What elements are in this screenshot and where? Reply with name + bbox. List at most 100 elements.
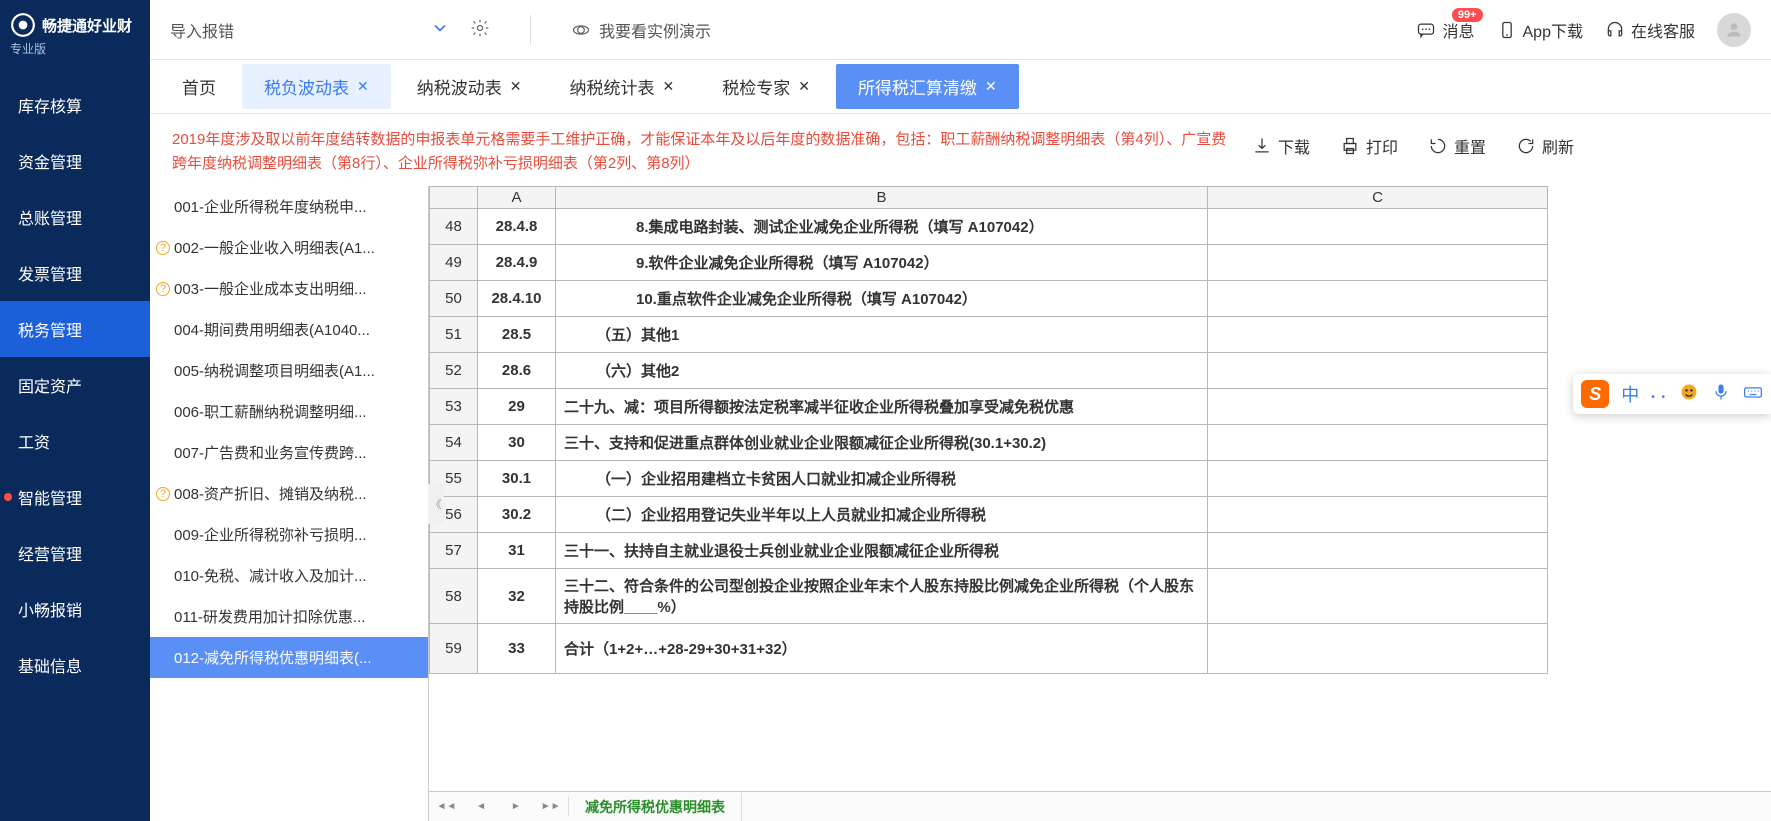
cell-a[interactable]: 28.6 xyxy=(478,353,556,389)
close-icon[interactable]: ✕ xyxy=(662,78,674,95)
tab-5[interactable]: 所得税汇算清缴✕ xyxy=(836,64,1019,109)
form-list-item-10[interactable]: 011-研发费用加计扣除优惠... xyxy=(150,596,428,637)
sheet-nav-prev[interactable]: ◄ xyxy=(464,797,499,816)
download-button[interactable]: 下载 xyxy=(1252,134,1310,158)
sheet-nav-first[interactable]: ◄◄ xyxy=(429,797,464,816)
avatar[interactable] xyxy=(1717,13,1751,47)
close-icon[interactable]: ✕ xyxy=(985,78,997,95)
cell-a[interactable]: 28.4.9 xyxy=(478,245,556,281)
sheet-nav-next[interactable]: ► xyxy=(499,797,534,816)
form-list-item-1[interactable]: ?002-一般企业收入明细表(A1... xyxy=(150,227,428,268)
row-header[interactable]: 58 xyxy=(430,569,478,624)
column-header-B[interactable]: B xyxy=(556,187,1208,209)
form-list-item-0[interactable]: 001-企业所得税年度纳税申... xyxy=(150,186,428,227)
cell-c[interactable] xyxy=(1208,569,1548,624)
row-header[interactable]: 57 xyxy=(430,533,478,569)
row-header[interactable]: 50 xyxy=(430,281,478,317)
row-header[interactable]: 51 xyxy=(430,317,478,353)
close-icon[interactable]: ✕ xyxy=(510,78,522,95)
cell-c[interactable] xyxy=(1208,353,1548,389)
cell-b[interactable]: （二）企业招用登记失业半年以上人员就业扣减企业所得税 xyxy=(556,497,1208,533)
cell-a[interactable]: 30 xyxy=(478,425,556,461)
cell-a[interactable]: 30.1 xyxy=(478,461,556,497)
form-list-item-6[interactable]: 007-广告费和业务宣传费跨... xyxy=(150,432,428,473)
cell-a[interactable]: 32 xyxy=(478,569,556,624)
tab-2[interactable]: 纳税波动表✕ xyxy=(395,64,544,109)
tab-4[interactable]: 税检专家✕ xyxy=(700,64,832,109)
cell-c[interactable] xyxy=(1208,497,1548,533)
form-list-item-9[interactable]: 010-免税、减计收入及加计... xyxy=(150,555,428,596)
cell-b[interactable]: 三十、支持和促进重点群体创业就业企业限额减征企业所得税(30.1+30.2) xyxy=(556,425,1208,461)
close-icon[interactable]: ✕ xyxy=(357,78,369,95)
cell-a[interactable]: 28.5 xyxy=(478,317,556,353)
ime-punct-icon[interactable] xyxy=(1651,384,1667,405)
form-list-item-11[interactable]: 012-减免所得税优惠明细表(... xyxy=(150,637,428,678)
cell-b[interactable]: 三十二、符合条件的公司型创投企业按照企业年末个人股东持股比例减免企业所得税（个人… xyxy=(556,569,1208,624)
sidebar-item-4[interactable]: 税务管理 xyxy=(0,301,150,357)
corner-cell[interactable] xyxy=(430,187,478,209)
cell-c[interactable] xyxy=(1208,389,1548,425)
sidebar-item-5[interactable]: 固定资产 xyxy=(0,357,150,413)
sheet-tab-active[interactable]: 减免所得税优惠明细表 xyxy=(569,793,742,821)
sidebar-item-3[interactable]: 发票管理 xyxy=(0,245,150,301)
demo-link[interactable]: 我要看实例演示 xyxy=(571,18,711,42)
form-list-item-8[interactable]: 009-企业所得税弥补亏损明... xyxy=(150,514,428,555)
ime-lang[interactable]: 中 xyxy=(1621,381,1639,407)
cell-c[interactable] xyxy=(1208,209,1548,245)
print-button[interactable]: 打印 xyxy=(1340,134,1398,158)
sidebar-item-9[interactable]: 小畅报销 xyxy=(0,581,150,637)
form-list-item-2[interactable]: ?003-一般企业成本支出明细... xyxy=(150,268,428,309)
ime-bar[interactable]: S 中 xyxy=(1573,374,1771,414)
cell-b[interactable]: （六）其他2 xyxy=(556,353,1208,389)
cell-c[interactable] xyxy=(1208,624,1548,674)
form-list-item-5[interactable]: 006-职工薪酬纳税调整明细... xyxy=(150,391,428,432)
column-header-C[interactable]: C xyxy=(1208,187,1548,209)
app-download-button[interactable]: App下载 xyxy=(1497,18,1583,42)
tab-1[interactable]: 税负波动表✕ xyxy=(242,64,391,109)
cell-c[interactable] xyxy=(1208,317,1548,353)
row-header[interactable]: 59 xyxy=(430,624,478,674)
sidebar-item-6[interactable]: 工资 xyxy=(0,413,150,469)
support-button[interactable]: 在线客服 xyxy=(1605,18,1695,42)
cell-a[interactable]: 28.4.8 xyxy=(478,209,556,245)
tab-0[interactable]: 首页 xyxy=(160,64,238,109)
cell-b[interactable]: （一）企业招用建档立卡贫困人口就业扣减企业所得税 xyxy=(556,461,1208,497)
cell-b[interactable]: 8.集成电路封装、测试企业减免企业所得税（填写 A107042） xyxy=(556,209,1208,245)
sidebar-item-2[interactable]: 总账管理 xyxy=(0,189,150,245)
sidebar-item-0[interactable]: 库存核算 xyxy=(0,77,150,133)
cell-c[interactable] xyxy=(1208,245,1548,281)
breadcrumb[interactable]: 导入报错 xyxy=(170,18,450,42)
cell-b[interactable]: （五）其他1 xyxy=(556,317,1208,353)
cell-a[interactable]: 30.2 xyxy=(478,497,556,533)
cell-b[interactable]: 三十一、扶持自主就业退役士兵创业就业企业限额减征企业所得税 xyxy=(556,533,1208,569)
ime-keyboard-icon[interactable] xyxy=(1743,382,1763,407)
cell-a[interactable]: 29 xyxy=(478,389,556,425)
sidebar-item-7[interactable]: 智能管理 xyxy=(0,469,150,525)
cell-c[interactable] xyxy=(1208,533,1548,569)
tab-3[interactable]: 纳税统计表✕ xyxy=(547,64,696,109)
spreadsheet[interactable]: ABC4828.4.88.集成电路封装、测试企业减免企业所得税（填写 A1070… xyxy=(429,186,1771,791)
sheet-nav-last[interactable]: ►► xyxy=(533,797,568,816)
form-list-item-4[interactable]: 005-纳税调整项目明细表(A1... xyxy=(150,350,428,391)
cell-a[interactable]: 31 xyxy=(478,533,556,569)
ime-mic-icon[interactable] xyxy=(1711,382,1731,407)
sidebar-item-1[interactable]: 资金管理 xyxy=(0,133,150,189)
sidebar-item-8[interactable]: 经营管理 xyxy=(0,525,150,581)
cell-a[interactable]: 33 xyxy=(478,624,556,674)
cell-b[interactable]: 10.重点软件企业减免企业所得税（填写 A107042） xyxy=(556,281,1208,317)
cell-b[interactable]: 9.软件企业减免企业所得税（填写 A107042） xyxy=(556,245,1208,281)
form-list-item-3[interactable]: 004-期间费用明细表(A1040... xyxy=(150,309,428,350)
cell-c[interactable] xyxy=(1208,281,1548,317)
sidebar-item-10[interactable]: 基础信息 xyxy=(0,637,150,693)
row-header[interactable]: 52 xyxy=(430,353,478,389)
form-list-item-7[interactable]: ?008-资产折旧、摊销及纳税... xyxy=(150,473,428,514)
cell-b[interactable]: 二十九、减：项目所得额按法定税率减半征收企业所得税叠加享受减免税优惠 xyxy=(556,389,1208,425)
column-header-A[interactable]: A xyxy=(478,187,556,209)
row-header[interactable]: 49 xyxy=(430,245,478,281)
refresh-button[interactable]: 刷新 xyxy=(1516,134,1574,158)
row-header[interactable]: 53 xyxy=(430,389,478,425)
close-icon[interactable]: ✕ xyxy=(798,78,810,95)
collapse-handle[interactable]: 《 xyxy=(428,484,444,524)
row-header[interactable]: 54 xyxy=(430,425,478,461)
cell-a[interactable]: 28.4.10 xyxy=(478,281,556,317)
